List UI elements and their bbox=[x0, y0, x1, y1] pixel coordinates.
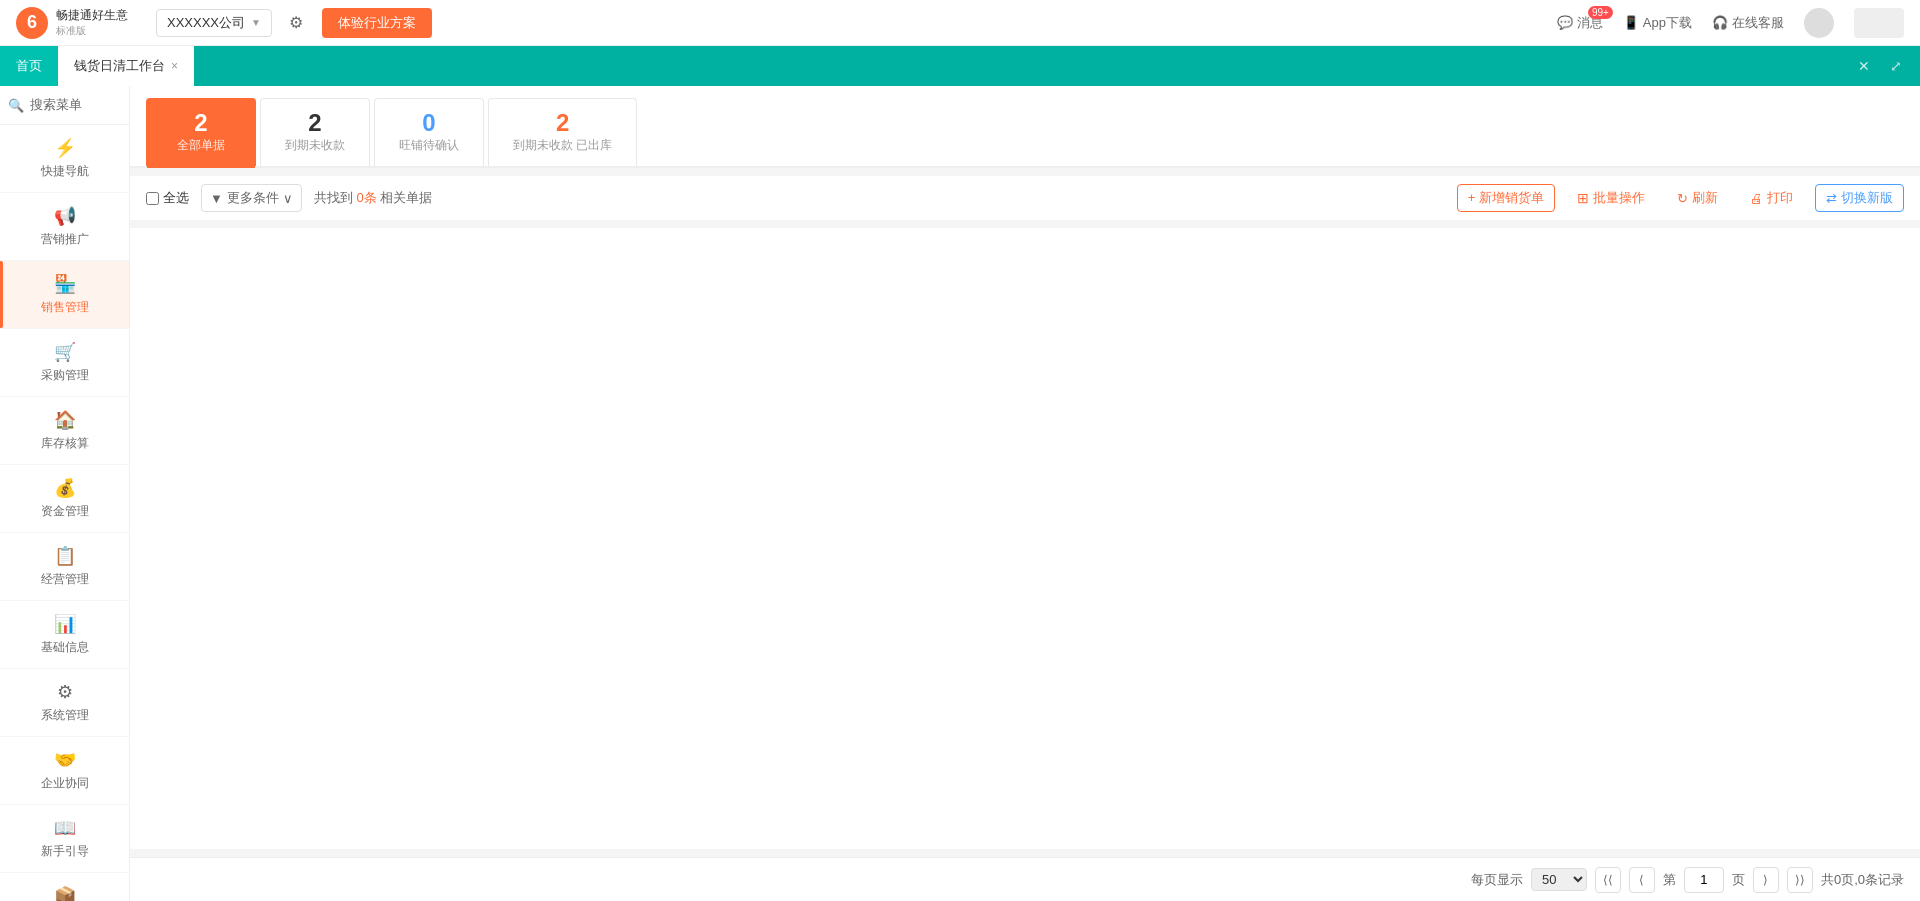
messages-badge: 99+ bbox=[1588, 6, 1613, 19]
messages-button[interactable]: 💬 消息 99+ bbox=[1557, 14, 1603, 32]
header-right: 💬 消息 99+ 📱 App下载 🎧 在线客服 bbox=[1557, 8, 1904, 38]
switch-icon: ⇄ bbox=[1826, 191, 1837, 206]
sidebar-search[interactable]: 🔍 搜索菜单 bbox=[0, 86, 129, 125]
inventory-icon: 🏠 bbox=[54, 409, 76, 431]
print-button[interactable]: 🖨 打印 bbox=[1740, 185, 1803, 211]
main-layout: 🔍 搜索菜单 ⚡ 快捷导航 📢 营销推广 🏪 销售管理 🛒 采购管理 🏠 库存核… bbox=[0, 86, 1920, 901]
filter-icon: ▼ bbox=[210, 191, 223, 206]
content-area: 2 全部单据 2 到期未收款 0 旺铺待确认 2 到期未收款 已出库 bbox=[130, 86, 1920, 901]
operations-icon: 📋 bbox=[54, 545, 76, 567]
chevron-down-icon: ▼ bbox=[251, 17, 261, 28]
sidebar-item-purchase[interactable]: 🛒 采购管理 bbox=[0, 329, 129, 397]
quick-nav-icon: ⚡ bbox=[54, 137, 76, 159]
settings-button[interactable]: ⚙ bbox=[282, 9, 310, 37]
finance-icon: 💰 bbox=[54, 477, 76, 499]
sidebar-item-operations[interactable]: 📋 经营管理 bbox=[0, 533, 129, 601]
sidebar-item-app-center[interactable]: 📦 应用中心 bbox=[0, 873, 129, 901]
nav-tabs: 首页 钱货日清工作台 × ✕ ⤢ bbox=[0, 46, 1920, 86]
first-page-button[interactable]: ⟨⟨ bbox=[1595, 867, 1621, 893]
page-number-input[interactable] bbox=[1684, 867, 1724, 893]
switch-new-version-button[interactable]: ⇄ 切换新版 bbox=[1815, 184, 1904, 212]
select-all-checkbox[interactable]: 全选 bbox=[146, 189, 189, 207]
stat-tab-all[interactable]: 2 全部单据 bbox=[146, 98, 256, 166]
logo-text: 畅捷通好生意 标准版 bbox=[56, 8, 128, 37]
tab-home[interactable]: 首页 bbox=[0, 46, 58, 86]
batch-operations-button[interactable]: ⊞ 批量操作 bbox=[1567, 185, 1655, 211]
user-name-area bbox=[1854, 8, 1904, 38]
select-all-input[interactable] bbox=[146, 192, 159, 205]
close-tab-icon[interactable]: × bbox=[171, 59, 178, 73]
search-icon: 🔍 bbox=[8, 98, 24, 113]
next-page-button[interactable]: ⟩ bbox=[1753, 867, 1779, 893]
refresh-button[interactable]: ↻ 刷新 bbox=[1667, 185, 1728, 211]
sidebar-item-quick-nav[interactable]: ⚡ 快捷导航 bbox=[0, 125, 129, 193]
close-window-icon[interactable]: ✕ bbox=[1852, 54, 1876, 78]
sidebar-item-enterprise[interactable]: 🤝 企业协同 bbox=[0, 737, 129, 805]
stat-tab-wangpu[interactable]: 0 旺铺待确认 bbox=[374, 98, 484, 166]
guide-icon: 📖 bbox=[54, 817, 76, 839]
logo-icon: 6 bbox=[16, 7, 48, 39]
table-area bbox=[130, 228, 1920, 849]
sidebar-item-sales[interactable]: 🏪 销售管理 bbox=[0, 261, 129, 329]
sidebar-item-inventory[interactable]: 🏠 库存核算 bbox=[0, 397, 129, 465]
page-size-select[interactable]: 50 100 200 bbox=[1531, 868, 1587, 891]
avatar[interactable] bbox=[1804, 8, 1834, 38]
toolbar-left: 全选 ▼ 更多条件 ∨ 共找到 0条 相关单据 bbox=[146, 184, 1445, 212]
basic-info-icon: 📊 bbox=[54, 613, 76, 635]
stat-tab-shipped[interactable]: 2 到期未收款 已出库 bbox=[488, 98, 637, 166]
toolbar-right: + 新增销货单 ⊞ 批量操作 ↻ 刷新 🖨 打印 ⇄ 切换新版 bbox=[1457, 184, 1904, 212]
stat-tab-overdue[interactable]: 2 到期未收款 bbox=[260, 98, 370, 166]
message-icon: 💬 bbox=[1557, 15, 1573, 30]
toolbar: 全选 ▼ 更多条件 ∨ 共找到 0条 相关单据 + 新增销货单 ⊞ bbox=[130, 176, 1920, 220]
last-page-button[interactable]: ⟩⟩ bbox=[1787, 867, 1813, 893]
pagination: 每页显示 50 100 200 ⟨⟨ ⟨ 第 页 ⟩ ⟩⟩ 共0页,0条记录 bbox=[130, 857, 1920, 901]
more-filter-button[interactable]: ▼ 更多条件 ∨ bbox=[201, 184, 302, 212]
maximize-icon[interactable]: ⤢ bbox=[1884, 54, 1908, 78]
marketing-icon: 📢 bbox=[54, 205, 76, 227]
sales-icon: 🏪 bbox=[54, 273, 76, 295]
found-text: 共找到 0条 相关单据 bbox=[314, 189, 432, 207]
sidebar-item-finance[interactable]: 💰 资金管理 bbox=[0, 465, 129, 533]
sidebar: 🔍 搜索菜单 ⚡ 快捷导航 📢 营销推广 🏪 销售管理 🛒 采购管理 🏠 库存核… bbox=[0, 86, 130, 901]
app-download-button[interactable]: 📱 App下载 bbox=[1623, 14, 1692, 32]
sidebar-item-basic-info[interactable]: 📊 基础信息 bbox=[0, 601, 129, 669]
sidebar-item-guide[interactable]: 📖 新手引导 bbox=[0, 805, 129, 873]
headset-icon: 🎧 bbox=[1712, 15, 1728, 30]
refresh-icon: ↻ bbox=[1677, 191, 1688, 206]
sidebar-item-system[interactable]: ⚙ 系统管理 bbox=[0, 669, 129, 737]
logo-area: 6 畅捷通好生意 标准版 bbox=[16, 7, 146, 39]
tab-actions: ✕ ⤢ bbox=[1852, 54, 1920, 78]
batch-icon: ⊞ bbox=[1577, 190, 1589, 206]
prev-page-button[interactable]: ⟨ bbox=[1629, 867, 1655, 893]
trial-button[interactable]: 体验行业方案 bbox=[322, 8, 432, 38]
top-header: 6 畅捷通好生意 标准版 XXXXXX公司 ▼ ⚙ 体验行业方案 💬 消息 99… bbox=[0, 0, 1920, 46]
app-center-icon: 📦 bbox=[54, 885, 76, 901]
add-sales-order-button[interactable]: + 新增销货单 bbox=[1457, 184, 1555, 212]
enterprise-icon: 🤝 bbox=[54, 749, 76, 771]
purchase-icon: 🛒 bbox=[54, 341, 76, 363]
system-icon: ⚙ bbox=[57, 681, 73, 703]
company-selector[interactable]: XXXXXX公司 ▼ bbox=[156, 9, 272, 37]
chevron-down-icon: ∨ bbox=[283, 191, 293, 206]
sidebar-item-marketing[interactable]: 📢 营销推广 bbox=[0, 193, 129, 261]
tab-sales-workbench[interactable]: 钱货日清工作台 × bbox=[58, 46, 194, 86]
total-records: 共0页,0条记录 bbox=[1821, 871, 1904, 889]
stats-tabs: 2 全部单据 2 到期未收款 0 旺铺待确认 2 到期未收款 已出库 bbox=[130, 86, 1920, 168]
phone-icon: 📱 bbox=[1623, 15, 1639, 30]
online-service-button[interactable]: 🎧 在线客服 bbox=[1712, 14, 1784, 32]
print-icon: 🖨 bbox=[1750, 191, 1763, 206]
